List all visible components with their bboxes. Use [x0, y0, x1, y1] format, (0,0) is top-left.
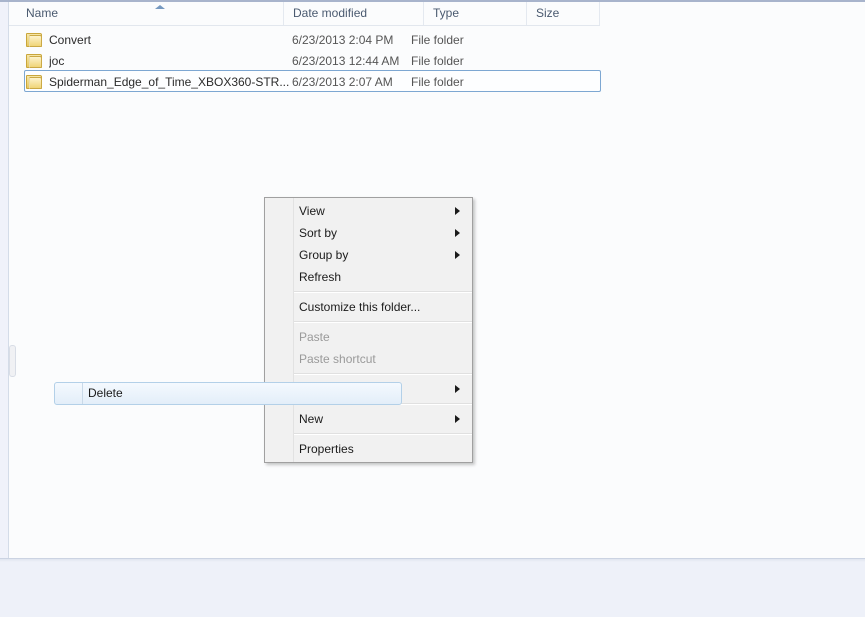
explorer-window: Name Date modified Type Size Convert 6/2… — [0, 0, 865, 617]
file-date-modified: 6/23/2013 2:07 AM — [292, 75, 393, 89]
file-name: Spiderman_Edge_of_Time_XBOX360-STR... — [49, 75, 289, 89]
chevron-right-icon — [455, 251, 460, 259]
menu-item-paste: Paste — [265, 326, 472, 348]
file-size — [527, 72, 597, 93]
chevron-right-icon — [455, 415, 460, 423]
menu-item-sort-by[interactable]: Sort by — [265, 222, 472, 244]
column-header-row: Name Date modified Type Size — [9, 2, 600, 26]
menu-item-label: Delete — [88, 386, 123, 400]
menu-icon-gutter — [55, 383, 83, 404]
menu-item-refresh[interactable]: Refresh — [265, 266, 472, 288]
menu-item-group-by[interactable]: Group by — [265, 244, 472, 266]
menu-item-new[interactable]: New — [265, 408, 472, 430]
menu-item-label: Sort by — [299, 226, 338, 240]
chevron-right-icon — [455, 385, 460, 393]
menu-item-label: Paste — [299, 330, 330, 344]
menu-item-label: Group by — [299, 248, 349, 262]
sort-ascending-icon — [155, 5, 165, 9]
menu-item-view[interactable]: View — [265, 200, 472, 222]
file-type: File folder — [411, 54, 464, 68]
menu-item-label: Properties — [299, 442, 354, 456]
column-header-name[interactable]: Name — [17, 2, 284, 25]
file-size — [527, 51, 597, 72]
menu-item-label: Paste shortcut — [299, 352, 376, 366]
menu-item-paste-shortcut: Paste shortcut — [265, 348, 472, 370]
column-header-size[interactable]: Size — [527, 2, 600, 25]
column-header-date-modified[interactable]: Date modified — [284, 2, 424, 25]
table-row[interactable]: Convert 6/23/2013 2:04 PM File folder — [9, 30, 609, 51]
file-size — [527, 30, 597, 51]
folder-icon — [26, 33, 43, 47]
file-date-modified: 6/23/2013 12:44 AM — [292, 54, 400, 68]
menu-item-label: New — [299, 412, 324, 426]
menu-item-customize-this-folder[interactable]: Customize this folder... — [265, 296, 472, 318]
folder-icon — [26, 54, 43, 68]
file-type: File folder — [411, 75, 464, 89]
menu-separator — [294, 291, 472, 293]
vertical-scrollbar-thumb[interactable] — [9, 345, 16, 377]
menu-item-label: Refresh — [299, 270, 342, 284]
chevron-right-icon — [455, 207, 460, 215]
menu-separator — [294, 321, 472, 323]
file-name: Convert — [49, 33, 92, 47]
status-bar — [0, 558, 865, 617]
file-list: Convert 6/23/2013 2:04 PM File folder jo… — [9, 30, 609, 93]
menu-item-delete-highlighted[interactable]: Delete — [54, 382, 402, 405]
table-row-selected[interactable]: Spiderman_Edge_of_Time_XBOX360-STR... 6/… — [9, 70, 601, 93]
folder-icon — [26, 75, 43, 89]
chevron-right-icon — [455, 229, 460, 237]
file-type: File folder — [411, 33, 464, 47]
menu-separator — [294, 433, 472, 435]
file-name: joc — [49, 54, 65, 68]
menu-item-label: Customize this folder... — [299, 300, 421, 314]
menu-item-properties[interactable]: Properties — [265, 438, 472, 460]
file-date-modified: 6/23/2013 2:04 PM — [292, 33, 394, 47]
context-menu[interactable]: View Sort by Group by Refresh Customize … — [264, 197, 473, 463]
table-row[interactable]: joc 6/23/2013 12:44 AM File folder — [9, 51, 609, 72]
menu-separator — [294, 373, 472, 375]
menu-item-label: View — [299, 204, 325, 218]
column-header-type[interactable]: Type — [424, 2, 527, 25]
